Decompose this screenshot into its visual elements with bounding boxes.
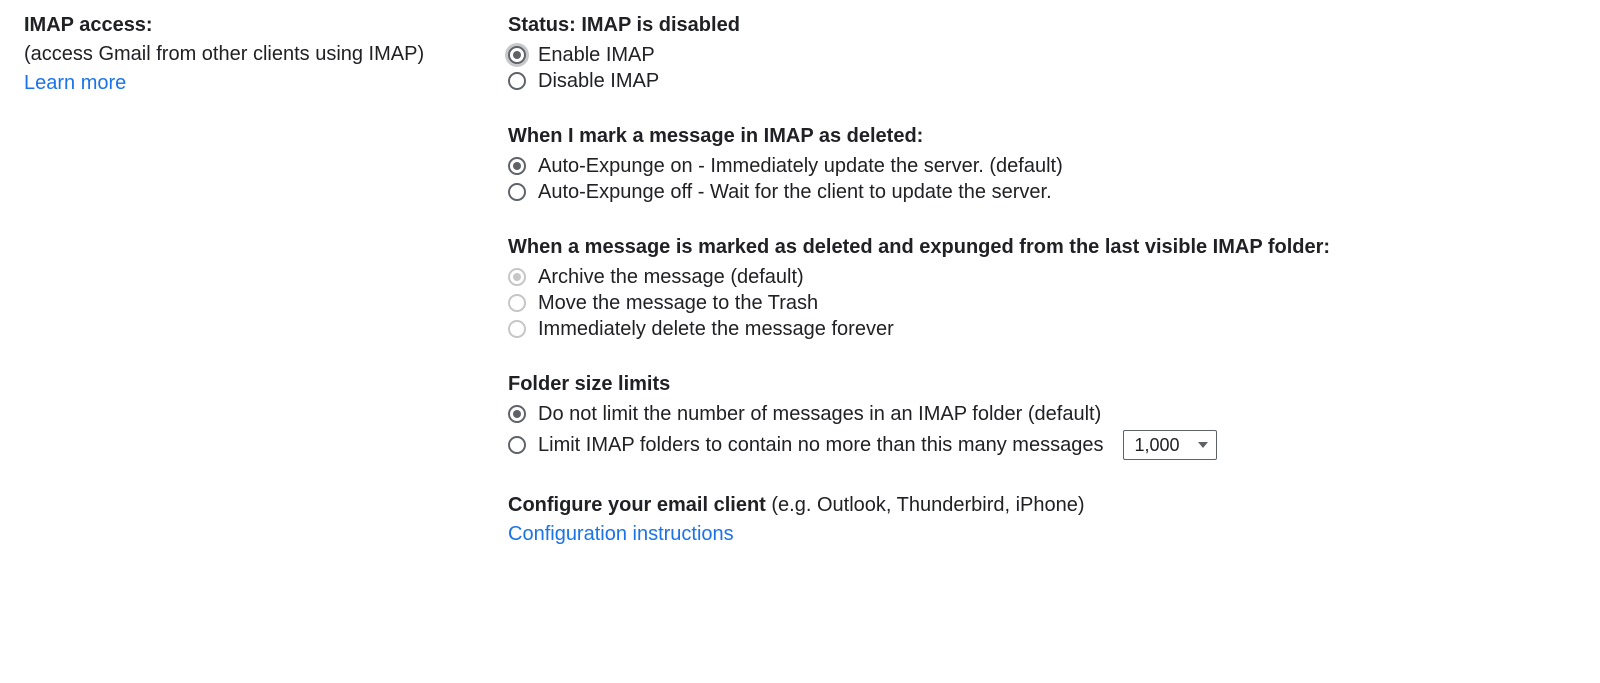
- enable-imap-label: Enable IMAP: [538, 45, 655, 65]
- auto-expunge-heading: When I mark a message in IMAP as deleted…: [508, 125, 1600, 148]
- chevron-down-icon: [1198, 442, 1208, 448]
- expunge-handling-group: When a message is marked as deleted and …: [508, 236, 1600, 339]
- expunge-handling-heading: When a message is marked as deleted and …: [508, 236, 1600, 259]
- configure-client-heading: Configure your email client (e.g. Outloo…: [508, 494, 1600, 517]
- archive-label: Archive the message (default): [538, 267, 804, 287]
- imap-status-heading: Status: IMAP is disabled: [508, 14, 1600, 37]
- radio-icon: [508, 320, 526, 338]
- radio-icon: [508, 157, 526, 175]
- radio-icon: [508, 268, 526, 286]
- archive-option: Archive the message (default): [508, 267, 1600, 287]
- disable-imap-option[interactable]: Disable IMAP: [508, 71, 1600, 91]
- radio-icon: [508, 72, 526, 90]
- no-limit-option[interactable]: Do not limit the number of messages in a…: [508, 404, 1600, 424]
- delete-forever-label: Immediately delete the message forever: [538, 319, 894, 339]
- radio-icon: [508, 436, 526, 454]
- enable-imap-option[interactable]: Enable IMAP: [508, 45, 1600, 65]
- auto-expunge-group: When I mark a message in IMAP as deleted…: [508, 125, 1600, 202]
- configure-client-title: Configure your email client: [508, 494, 766, 516]
- configuration-instructions-link[interactable]: Configuration instructions: [508, 523, 734, 546]
- trash-option: Move the message to the Trash: [508, 293, 1600, 313]
- radio-icon: [508, 294, 526, 312]
- folder-limit-value: 1,000: [1134, 436, 1179, 454]
- auto-expunge-on-label: Auto-Expunge on - Immediately update the…: [538, 156, 1063, 176]
- disable-imap-label: Disable IMAP: [538, 71, 659, 91]
- auto-expunge-off-option[interactable]: Auto-Expunge off - Wait for the client t…: [508, 182, 1600, 202]
- auto-expunge-on-option[interactable]: Auto-Expunge on - Immediately update the…: [508, 156, 1600, 176]
- radio-icon: [508, 46, 526, 64]
- configure-client-group: Configure your email client (e.g. Outloo…: [508, 494, 1600, 546]
- folder-size-limits-heading: Folder size limits: [508, 373, 1600, 396]
- delete-forever-option: Immediately delete the message forever: [508, 319, 1600, 339]
- radio-icon: [508, 183, 526, 201]
- limit-label: Limit IMAP folders to contain no more th…: [538, 435, 1103, 455]
- trash-label: Move the message to the Trash: [538, 293, 818, 313]
- imap-status-group: Status: IMAP is disabled Enable IMAP Dis…: [508, 14, 1600, 91]
- imap-access-section-left: IMAP access: (access Gmail from other cl…: [24, 14, 508, 95]
- radio-icon: [508, 405, 526, 423]
- configure-client-examples: (e.g. Outlook, Thunderbird, iPhone): [766, 494, 1085, 516]
- learn-more-link[interactable]: Learn more: [24, 72, 126, 95]
- auto-expunge-off-label: Auto-Expunge off - Wait for the client t…: [538, 182, 1052, 202]
- imap-access-subtitle: (access Gmail from other clients using I…: [24, 43, 484, 66]
- folder-size-limits-group: Folder size limits Do not limit the numb…: [508, 373, 1600, 460]
- no-limit-label: Do not limit the number of messages in a…: [538, 404, 1101, 424]
- folder-limit-select[interactable]: 1,000: [1123, 430, 1216, 460]
- limit-option[interactable]: Limit IMAP folders to contain no more th…: [508, 430, 1600, 460]
- imap-access-title: IMAP access:: [24, 14, 484, 37]
- imap-access-settings: Status: IMAP is disabled Enable IMAP Dis…: [508, 14, 1600, 546]
